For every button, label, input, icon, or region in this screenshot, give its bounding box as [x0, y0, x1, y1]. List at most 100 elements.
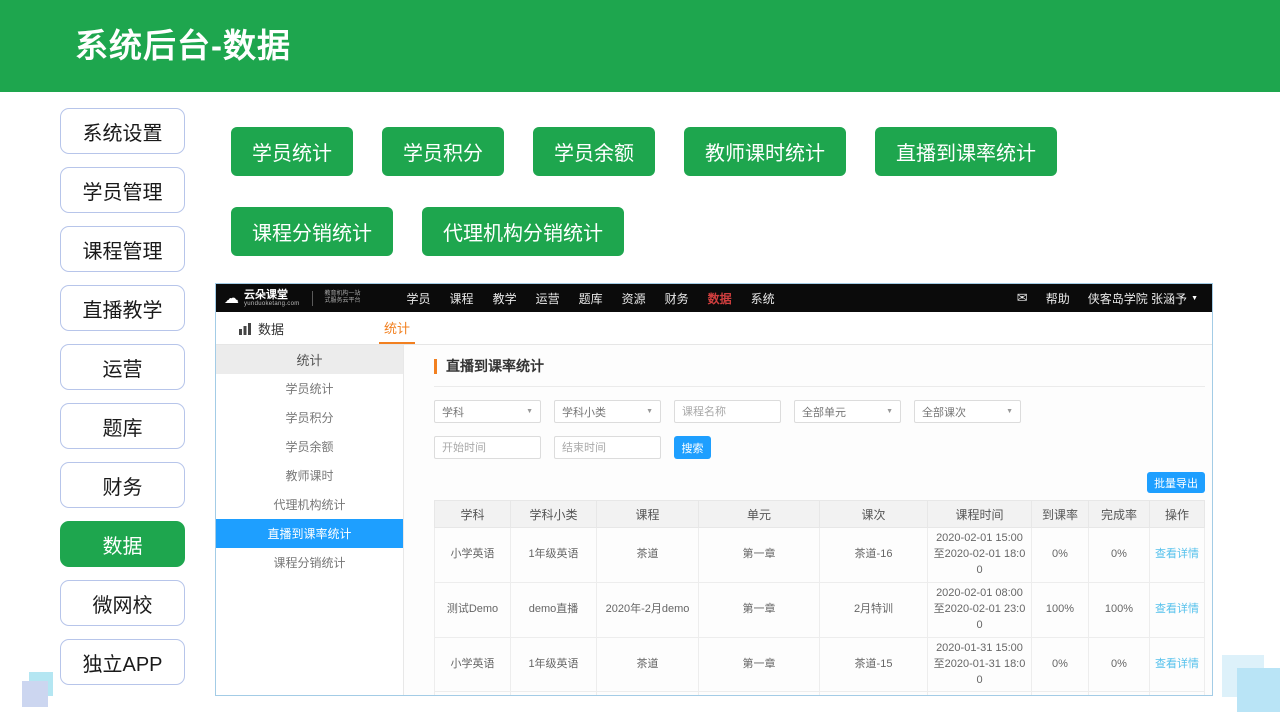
- cell-completion-rate: 0%: [1089, 528, 1150, 583]
- col-lesson: 课次: [820, 501, 928, 528]
- table-row: 小学英语 1年级英语 茶道 第一章 茶道-15 2020-01-31 15:00…: [435, 637, 1205, 692]
- live-attendance-stats-button[interactable]: 直播到课率统计: [875, 127, 1057, 176]
- cell-course-time: 2020-02-01 08:00至2020-02-01 23:00: [928, 582, 1032, 637]
- nav-item-question-bank[interactable]: 题库: [577, 290, 605, 307]
- logo-tagline-line2: 式服务云平台: [325, 298, 361, 306]
- subnav-item-student-balance[interactable]: 学员余额: [216, 432, 403, 461]
- mail-icon[interactable]: ✉: [1017, 290, 1028, 306]
- quick-buttons-row2: 课程分销统计 代理机构分销统计: [231, 207, 1057, 256]
- subject-select[interactable]: 学科 ▼: [434, 400, 541, 423]
- col-course-time: 课程时间: [928, 501, 1032, 528]
- teacher-hours-stats-button[interactable]: 教师课时统计: [684, 127, 846, 176]
- subnav-header: 统计: [216, 345, 403, 374]
- col-actions: 操作: [1150, 501, 1205, 528]
- search-button[interactable]: 搜索: [674, 436, 711, 459]
- student-points-button[interactable]: 学员积分: [382, 127, 504, 176]
- end-time-input[interactable]: [554, 436, 661, 459]
- cell-course: 寒假辅导: [597, 692, 699, 696]
- breadcrumb: 数据: [238, 312, 284, 344]
- start-time-input[interactable]: [434, 436, 541, 459]
- subnav-item-student-stats[interactable]: 学员统计: [216, 374, 403, 403]
- cell-attendance-rate: 0%: [1032, 692, 1089, 696]
- sidebar-item-question-bank[interactable]: 题库: [60, 403, 185, 449]
- student-balance-button[interactable]: 学员余额: [533, 127, 655, 176]
- help-link[interactable]: 帮助: [1046, 290, 1070, 307]
- col-completion-rate: 完成率: [1089, 501, 1150, 528]
- course-name-input[interactable]: [674, 400, 781, 423]
- subject-subcategory-select[interactable]: 学科小类 ▼: [554, 400, 661, 423]
- cell-subject-sub: demo直播: [511, 582, 597, 637]
- quick-buttons-row1: 学员统计 学员积分 学员余额 教师课时统计 直播到课率统计: [231, 127, 1057, 176]
- col-unit: 单元: [699, 501, 820, 528]
- cell-completion-rate: 0%: [1089, 637, 1150, 692]
- course-distribution-stats-button[interactable]: 课程分销统计: [231, 207, 393, 256]
- subnav-item-teacher-hours[interactable]: 教师课时: [216, 461, 403, 490]
- col-course: 课程: [597, 501, 699, 528]
- sidebar-item-operations[interactable]: 运营: [60, 344, 185, 390]
- logo-tagline-line1: 教育机构一站: [325, 291, 361, 299]
- subnav-item-student-points[interactable]: 学员积分: [216, 403, 403, 432]
- unit-select-value: 全部单元: [802, 404, 846, 420]
- tab-statistics[interactable]: 统计: [379, 312, 415, 344]
- nav-item-teaching[interactable]: 教学: [491, 290, 519, 307]
- table-row: 小学英语 1年级英语 寒假辅导 第一章 寒假辅导-5 2020-01-31 09…: [435, 692, 1205, 696]
- cell-course: 2020年-2月demo: [597, 582, 699, 637]
- main-content: 直播到课率统计 学科 ▼ 学科小类 ▼ 全部单元 ▼ 全部课次 ▼: [404, 345, 1212, 695]
- sidebar-item-micro-school[interactable]: 微网校: [60, 580, 185, 626]
- app-nav-right: ✉ 帮助 侠客岛学院 张涵予 ▼: [1017, 290, 1198, 307]
- cell-subject-sub: 1年级英语: [511, 637, 597, 692]
- app-nav-menu: 学员 课程 教学 运营 题库 资源 财务 数据 系统: [405, 290, 777, 307]
- table-row: 测试Demo demo直播 2020年-2月demo 第一章 2月特训 2020…: [435, 582, 1205, 637]
- nav-item-operations[interactable]: 运营: [534, 290, 562, 307]
- sidebar-item-course-management[interactable]: 课程管理: [60, 226, 185, 272]
- nav-item-finance[interactable]: 财务: [663, 290, 691, 307]
- account-menu[interactable]: 侠客岛学院 张涵予 ▼: [1088, 290, 1198, 307]
- col-attendance-rate: 到课率: [1032, 501, 1089, 528]
- chevron-down-icon: ▼: [886, 408, 893, 415]
- logo-tagline: 教育机构一站 式服务云平台: [325, 291, 361, 306]
- app-logo[interactable]: ☁ 云朵课堂 yunduoketang.com 教育机构一站 式服务云平台: [224, 289, 361, 308]
- sidebar-item-finance[interactable]: 财务: [60, 462, 185, 508]
- subnav-item-course-distribution-stats[interactable]: 课程分销统计: [216, 548, 403, 577]
- filter-row-1: 学科 ▼ 学科小类 ▼ 全部单元 ▼ 全部课次 ▼: [434, 400, 1205, 423]
- decor-square: [1237, 668, 1280, 712]
- cloud-logo-icon: ☁: [224, 291, 239, 306]
- nav-item-resources[interactable]: 资源: [620, 290, 648, 307]
- unit-select[interactable]: 全部单元 ▼: [794, 400, 901, 423]
- sidebar-item-student-management[interactable]: 学员管理: [60, 167, 185, 213]
- page-title: 系统后台-数据: [75, 0, 291, 92]
- lesson-select[interactable]: 全部课次 ▼: [914, 400, 1021, 423]
- stats-subnav: 统计 学员统计 学员积分 学员余额 教师课时 代理机构统计 直播到课率统计 课程…: [216, 345, 404, 695]
- batch-export-button[interactable]: 批量导出: [1147, 472, 1205, 493]
- sidebar-item-live-teaching[interactable]: 直播教学: [60, 285, 185, 331]
- subject-subcategory-select-value: 学科小类: [562, 404, 606, 420]
- cell-lesson: 茶道-16: [820, 528, 928, 583]
- slide-header: 系统后台-数据: [0, 0, 1280, 92]
- view-details-link[interactable]: 查看详情: [1155, 548, 1199, 560]
- filter-row-2: 搜索: [434, 436, 1205, 459]
- subnav-item-agency-stats[interactable]: 代理机构统计: [216, 490, 403, 519]
- nav-item-students[interactable]: 学员: [405, 290, 433, 307]
- section-title: 直播到课率统计: [434, 359, 1205, 374]
- quick-buttons: 学员统计 学员积分 学员余额 教师课时统计 直播到课率统计 课程分销统计 代理机…: [231, 127, 1057, 256]
- subnav-item-live-attendance-stats[interactable]: 直播到课率统计: [216, 519, 403, 548]
- sidebar-item-standalone-app[interactable]: 独立APP: [60, 639, 185, 685]
- nav-item-system[interactable]: 系统: [749, 290, 777, 307]
- admin-screenshot-panel: ☁ 云朵课堂 yunduoketang.com 教育机构一站 式服务云平台 学员…: [215, 283, 1213, 696]
- cell-course-time: 2020-01-31 09:00至2020-01-31 18:00: [928, 692, 1032, 696]
- decor-square: [22, 681, 48, 707]
- nav-item-data[interactable]: 数据: [706, 290, 734, 307]
- nav-item-courses[interactable]: 课程: [448, 290, 476, 307]
- view-details-link[interactable]: 查看详情: [1155, 603, 1199, 615]
- chevron-down-icon: ▼: [646, 408, 653, 415]
- logo-divider: [312, 291, 313, 306]
- agency-distribution-stats-button[interactable]: 代理机构分销统计: [422, 207, 624, 256]
- view-details-link[interactable]: 查看详情: [1155, 658, 1199, 670]
- cell-course: 茶道: [597, 637, 699, 692]
- cell-subject: 小学英语: [435, 637, 511, 692]
- chevron-down-icon: ▼: [526, 408, 533, 415]
- sidebar-item-system-settings[interactable]: 系统设置: [60, 108, 185, 154]
- table-row: 小学英语 1年级英语 茶道 第一章 茶道-16 2020-02-01 15:00…: [435, 528, 1205, 583]
- sidebar-item-data[interactable]: 数据: [60, 521, 185, 567]
- student-stats-button[interactable]: 学员统计: [231, 127, 353, 176]
